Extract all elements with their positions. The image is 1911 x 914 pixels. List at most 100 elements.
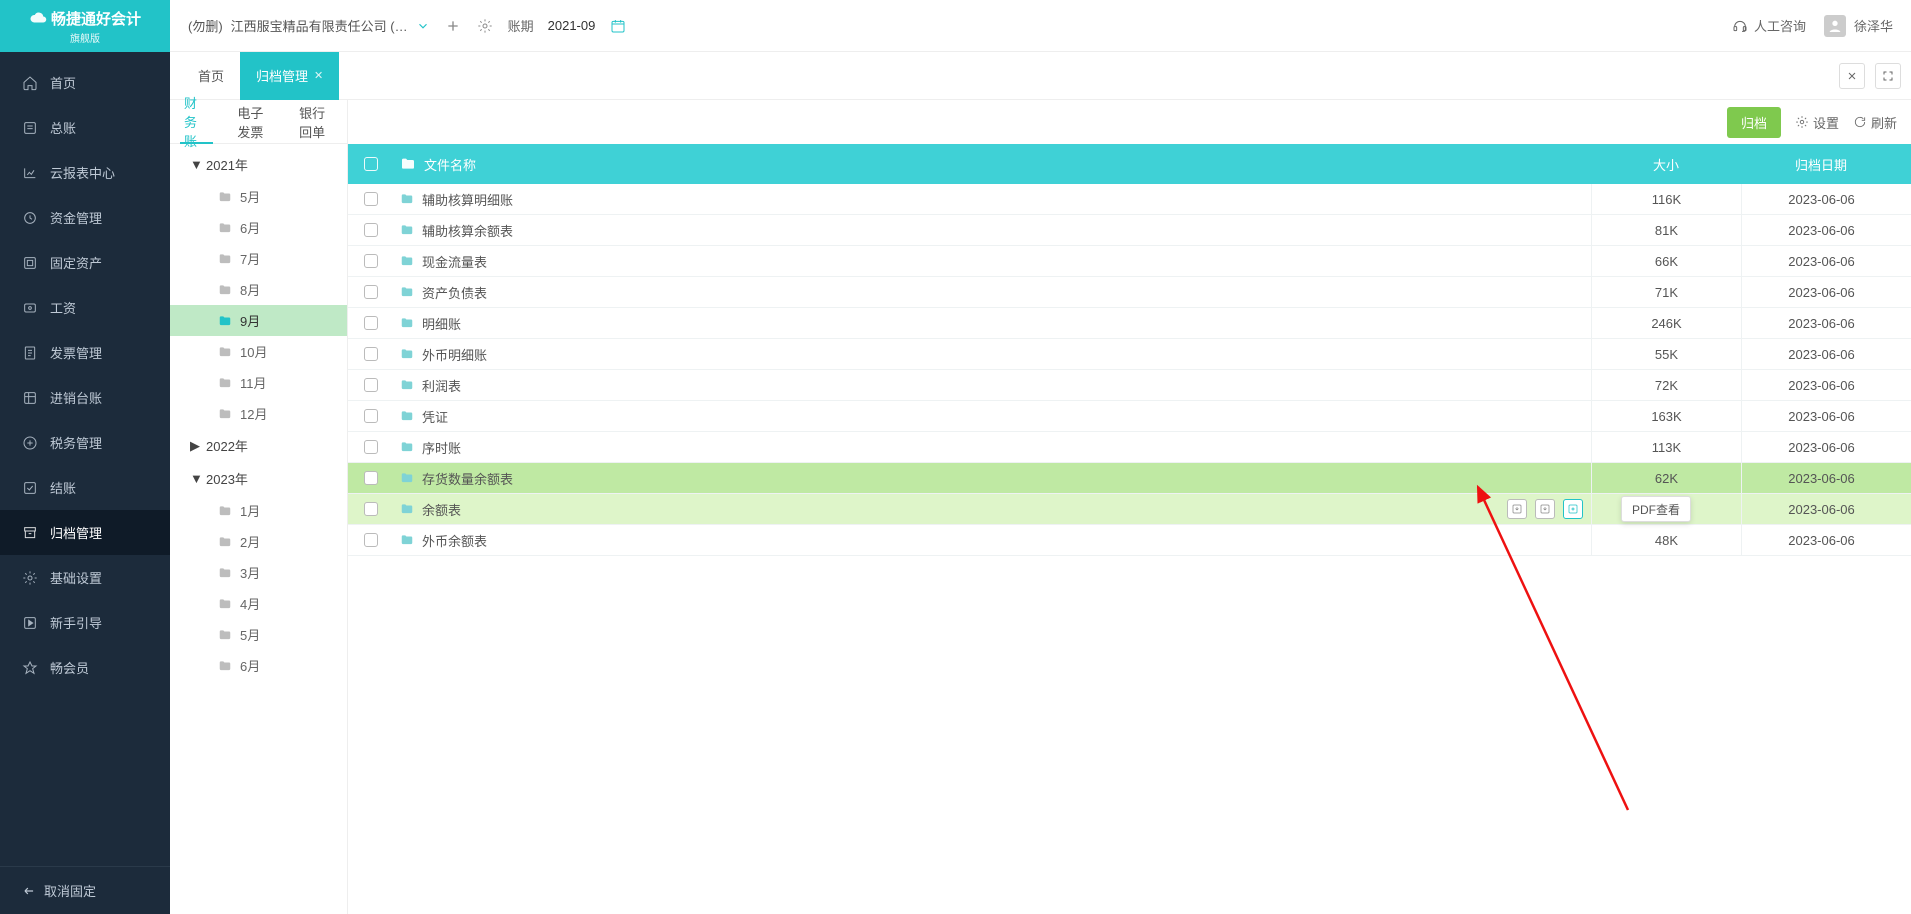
table-row[interactable]: 现金流量表66K2023-06-06	[348, 246, 1911, 277]
table-row[interactable]: 凭证163K2023-06-06	[348, 401, 1911, 432]
period-value[interactable]: 2021-09	[548, 18, 596, 33]
tree-year[interactable]: ▼2023年	[170, 462, 347, 495]
period-label: 账期	[508, 16, 534, 35]
table-row[interactable]: 利润表72K2023-06-06	[348, 370, 1911, 401]
subtab-2[interactable]: 银行回单	[285, 100, 347, 143]
table-row[interactable]: 序时账113K2023-06-06	[348, 432, 1911, 463]
sidebar-item-settings[interactable]: 基础设置	[0, 555, 170, 600]
add-company-button[interactable]	[444, 17, 462, 35]
tree-year[interactable]: ▶2022年	[170, 429, 347, 462]
sidebar-item-asset[interactable]: 固定资产	[0, 240, 170, 285]
headset-icon	[1732, 18, 1748, 34]
row-checkbox[interactable]	[364, 502, 378, 516]
table-row[interactable]: 外币余额表48K2023-06-06	[348, 525, 1911, 556]
tree-month[interactable]: 7月	[170, 243, 347, 274]
sidebar-item-close[interactable]: 结账	[0, 465, 170, 510]
subtab-0[interactable]: 财务账	[170, 100, 223, 143]
select-all-checkbox[interactable]	[364, 157, 378, 171]
page-tabs: 首页归档管理✕	[170, 52, 1911, 100]
fullscreen-button[interactable]	[1875, 63, 1901, 89]
sidebar-item-label: 畅会员	[50, 658, 89, 677]
row-checkbox[interactable]	[364, 409, 378, 423]
folder-icon	[400, 471, 414, 485]
folder-icon	[218, 597, 232, 611]
sidebar-item-guide[interactable]: 新手引导	[0, 600, 170, 645]
sidebar-item-invoice[interactable]: 发票管理	[0, 330, 170, 375]
sidebar-item-chart[interactable]: 云报表中心	[0, 150, 170, 195]
table-header: 文件名称 大小 归档日期	[348, 144, 1911, 184]
user-menu[interactable]: 徐泽华	[1824, 15, 1893, 37]
sidebar-item-wallet[interactable]: 资金管理	[0, 195, 170, 240]
sidebar-item-label: 工资	[50, 298, 76, 317]
tree-month[interactable]: 4月	[170, 588, 347, 619]
folder-icon	[218, 376, 232, 390]
folder-icon	[218, 628, 232, 642]
table-row[interactable]: 余额表PDF查看3K2023-06-06	[348, 494, 1911, 525]
tab-1[interactable]: 归档管理✕	[240, 52, 339, 100]
row-checkbox[interactable]	[364, 533, 378, 547]
row-checkbox[interactable]	[364, 471, 378, 485]
sidebar-item-stock[interactable]: 进销台账	[0, 375, 170, 420]
file-size: 62K	[1591, 463, 1741, 493]
tree-month[interactable]: 11月	[170, 367, 347, 398]
tree-month[interactable]: 2月	[170, 526, 347, 557]
tree-year[interactable]: ▼2021年	[170, 148, 347, 181]
table-row[interactable]: 辅助核算明细账116K2023-06-06	[348, 184, 1911, 215]
sidebar-item-archive[interactable]: 归档管理	[0, 510, 170, 555]
row-checkbox[interactable]	[364, 254, 378, 268]
consult-button[interactable]: 人工咨询	[1732, 16, 1806, 35]
tree-month[interactable]: 6月	[170, 212, 347, 243]
table-row[interactable]: 资产负债表71K2023-06-06	[348, 277, 1911, 308]
brand-logo: 畅捷通好会计 旗舰版	[0, 0, 170, 52]
table-row[interactable]: 辅助核算余额表81K2023-06-06	[348, 215, 1911, 246]
table-row[interactable]: 外币明细账55K2023-06-06	[348, 339, 1911, 370]
row-checkbox[interactable]	[364, 285, 378, 299]
sidebar-item-label: 归档管理	[50, 523, 102, 542]
folder-icon	[400, 285, 414, 299]
folder-icon	[218, 283, 232, 297]
tree-month[interactable]: 1月	[170, 495, 347, 526]
download-excel-button[interactable]	[1507, 499, 1527, 519]
file-name: 明细账	[422, 314, 461, 333]
file-name: 辅助核算余额表	[422, 221, 513, 240]
refresh-button[interactable]: 刷新	[1853, 113, 1897, 132]
company-selector[interactable]: (勿删) 江西服宝精品有限责任公司 (…	[188, 16, 430, 35]
calendar-icon[interactable]	[609, 17, 627, 35]
sidebar-unpin[interactable]: 取消固定	[0, 866, 170, 914]
table-row[interactable]: 明细账246K2023-06-06	[348, 308, 1911, 339]
tree-month[interactable]: 10月	[170, 336, 347, 367]
archive-button[interactable]: 归档	[1727, 107, 1781, 138]
tree-month[interactable]: 9月	[170, 305, 347, 336]
row-checkbox[interactable]	[364, 347, 378, 361]
folder-icon	[218, 407, 232, 421]
row-checkbox[interactable]	[364, 440, 378, 454]
file-size: 113K	[1591, 432, 1741, 462]
sidebar-item-ledger[interactable]: 总账	[0, 105, 170, 150]
sidebar-item-tax[interactable]: 税务管理	[0, 420, 170, 465]
settings-button[interactable]: 设置	[1795, 113, 1839, 132]
sidebar-item-home[interactable]: 首页	[0, 60, 170, 105]
row-checkbox[interactable]	[364, 223, 378, 237]
company-settings-button[interactable]	[476, 17, 494, 35]
sidebar-item-salary[interactable]: 工资	[0, 285, 170, 330]
row-checkbox[interactable]	[364, 192, 378, 206]
tree-month[interactable]: 3月	[170, 557, 347, 588]
tree-month-label: 1月	[240, 501, 260, 520]
close-icon[interactable]: ✕	[314, 69, 323, 82]
row-checkbox[interactable]	[364, 378, 378, 392]
subtab-1[interactable]: 电子发票	[223, 100, 285, 143]
row-checkbox[interactable]	[364, 316, 378, 330]
download-pdf-button[interactable]	[1535, 499, 1555, 519]
view-pdf-button[interactable]	[1563, 499, 1583, 519]
folder-icon	[400, 192, 414, 206]
tree-month[interactable]: 12月	[170, 398, 347, 429]
table-row[interactable]: 存货数量余额表62K2023-06-06	[348, 463, 1911, 494]
tree-month[interactable]: 6月	[170, 650, 347, 681]
tree-month[interactable]: 8月	[170, 274, 347, 305]
sidebar-item-vip[interactable]: 畅会员	[0, 645, 170, 690]
content: 财务账电子发票银行回单 ▼2021年5月6月7月8月9月10月11月12月▶20…	[170, 100, 1911, 914]
tree-month[interactable]: 5月	[170, 619, 347, 650]
tree-month[interactable]: 5月	[170, 181, 347, 212]
close-tab-button[interactable]	[1839, 63, 1865, 89]
sidebar-item-label: 基础设置	[50, 568, 102, 587]
